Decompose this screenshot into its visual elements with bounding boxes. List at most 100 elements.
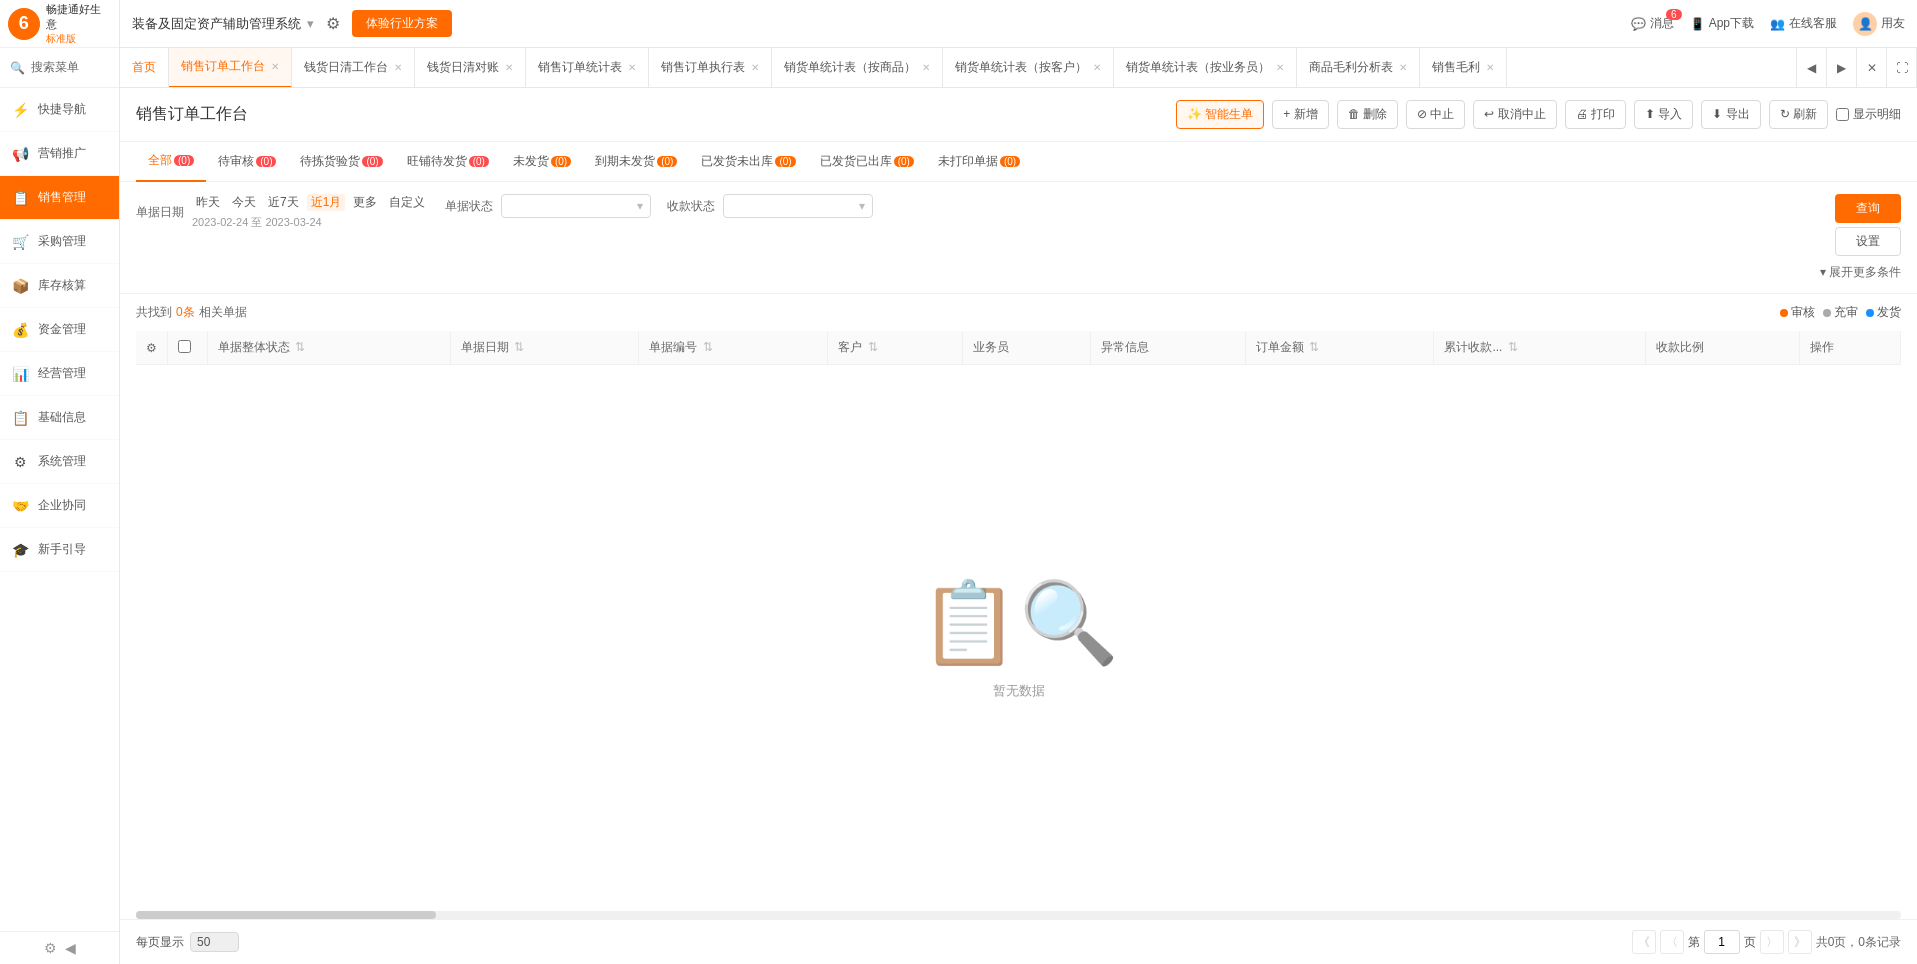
date-shortcut-更多[interactable]: 更多 <box>349 194 381 211</box>
th-amount[interactable]: 订单金额 ⇅ <box>1245 331 1434 365</box>
date-shortcut-昨天[interactable]: 昨天 <box>192 194 224 211</box>
date-shortcut-近1月[interactable]: 近1月 <box>307 194 346 211</box>
sidebar-item-inventory[interactable]: 📦库存核算 <box>0 264 119 308</box>
th-collected[interactable]: 累计收款... ⇅ <box>1434 331 1645 365</box>
tab-close-sales-workbench[interactable]: ✕ <box>271 61 279 72</box>
tab-sales-stats[interactable]: 销售订单统计表✕ <box>526 48 649 88</box>
refresh-button[interactable]: ↻ 刷新 <box>1769 100 1828 129</box>
search-menu[interactable]: 🔍 搜索菜单 <box>0 48 119 88</box>
system-dropdown-icon[interactable]: ▾ <box>307 16 314 31</box>
payment-select[interactable] <box>723 194 873 218</box>
sidebar-item-marketing[interactable]: 📢营销推广 <box>0 132 119 176</box>
status-select[interactable] <box>501 194 651 218</box>
next-page-button[interactable]: 〉 <box>1760 930 1784 954</box>
tab-gross-margin[interactable]: 商品毛利分析表✕ <box>1297 48 1420 88</box>
filter-tab-not-printed[interactable]: 未打印单据(0) <box>926 142 1032 182</box>
industry-solution-button[interactable]: 体验行业方案 <box>352 10 452 37</box>
filter-tab-pending-inspect[interactable]: 待拣货验货(0) <box>288 142 394 182</box>
sidebar-item-finance[interactable]: 💰资金管理 <box>0 308 119 352</box>
filter-tab-not-shipped[interactable]: 未发货(0) <box>501 142 583 182</box>
tab-next-button[interactable]: ▶ <box>1827 48 1857 88</box>
collapse-icon[interactable]: ◀ <box>65 940 76 956</box>
nav-icon-system: ⚙ <box>10 454 30 470</box>
tab-close-sales-unified-product[interactable]: ✕ <box>922 62 930 73</box>
smart-create-button[interactable]: ✨ 智能生单 <box>1176 100 1264 129</box>
ship-tag[interactable]: 发货 <box>1866 304 1901 321</box>
tab-sales-unified-staff[interactable]: 销货单统计表（按业务员）✕ <box>1114 48 1297 88</box>
tab-cash-reconcile[interactable]: 钱货日清对账✕ <box>415 48 526 88</box>
filter-tab-pending-review[interactable]: 待审核(0) <box>206 142 288 182</box>
date-shortcut-今天[interactable]: 今天 <box>228 194 260 211</box>
show-detail-checkbox[interactable] <box>1836 108 1849 121</box>
sidebar-item-purchase[interactable]: 🛒采购管理 <box>0 220 119 264</box>
page-input[interactable] <box>1704 930 1740 954</box>
stop-button[interactable]: ⊘ 中止 <box>1406 100 1465 129</box>
tab-fullscreen-button[interactable]: ⛶ <box>1887 48 1917 88</box>
filter-tab-expired-not-shipped[interactable]: 到期未发货(0) <box>583 142 689 182</box>
show-detail-label[interactable]: 显示明细 <box>1836 106 1901 123</box>
tab-close-sales-profit[interactable]: ✕ <box>1486 62 1494 73</box>
sidebar-item-quick-nav[interactable]: ⚡快捷导航 <box>0 88 119 132</box>
header-settings-icon[interactable]: ⚙ <box>326 14 340 33</box>
th-status[interactable]: 单据整体状态 ⇅ <box>208 331 451 365</box>
tab-prev-button[interactable]: ◀ <box>1797 48 1827 88</box>
date-shortcut-近7天[interactable]: 近7天 <box>264 194 303 211</box>
add-button[interactable]: + 新增 <box>1272 100 1328 129</box>
last-page-button[interactable]: 》 <box>1788 930 1812 954</box>
tab-close-all-button[interactable]: ✕ <box>1857 48 1887 88</box>
tab-sales-exec[interactable]: 销售订单执行表✕ <box>649 48 772 88</box>
filter-tab-shipped-out[interactable]: 已发货已出库(0) <box>808 142 926 182</box>
tab-sales-profit[interactable]: 销售毛利✕ <box>1420 48 1507 88</box>
import-button[interactable]: ⬆ 导入 <box>1634 100 1693 129</box>
filter-tab-all[interactable]: 全部(0) <box>136 142 206 182</box>
filter-tab-shipped-not-out[interactable]: 已发货未出库(0) <box>689 142 807 182</box>
sidebar-item-sales[interactable]: 📋销售管理 <box>0 176 119 220</box>
th-checkbox[interactable] <box>168 331 208 365</box>
filter-tab-wangpu-shipping[interactable]: 旺铺待发货(0) <box>395 142 501 182</box>
review-tag[interactable]: 审核 <box>1780 304 1815 321</box>
tab-sales-unified-customer[interactable]: 销货单统计表（按客户）✕ <box>943 48 1114 88</box>
tab-close-cash-reconcile[interactable]: ✕ <box>505 62 513 73</box>
user-area[interactable]: 👤 用友 <box>1853 12 1905 36</box>
th-number[interactable]: 单据编号 ⇅ <box>639 331 828 365</box>
query-button[interactable]: 查询 <box>1835 194 1901 223</box>
settings-button[interactable]: 设置 <box>1835 227 1901 256</box>
export-button[interactable]: ⬇ 导出 <box>1701 100 1760 129</box>
sidebar-item-basic-info[interactable]: 📋基础信息 <box>0 396 119 440</box>
print-button[interactable]: 🖨 打印 <box>1565 100 1626 129</box>
online-service-area[interactable]: 👥 在线客服 <box>1770 15 1837 32</box>
date-shortcut-自定义[interactable]: 自定义 <box>385 194 429 211</box>
message-icon-area[interactable]: 💬 6 消息 <box>1631 15 1674 32</box>
per-page-select[interactable]: 20 50 100 <box>190 932 239 952</box>
sidebar-item-enterprise[interactable]: 🤝企业协同 <box>0 484 119 528</box>
select-all-checkbox[interactable] <box>178 340 191 353</box>
settings-bottom-icon[interactable]: ⚙ <box>44 940 57 956</box>
tab-home[interactable]: 首页 <box>120 48 169 88</box>
first-page-button[interactable]: 《 <box>1632 930 1656 954</box>
cancel-review-tag[interactable]: 充审 <box>1823 304 1858 321</box>
th-customer[interactable]: 客户 ⇅ <box>828 331 963 365</box>
sidebar-item-system[interactable]: ⚙系统管理 <box>0 440 119 484</box>
tab-close-cash-daily[interactable]: ✕ <box>394 62 402 73</box>
tab-sales-unified-product[interactable]: 销货单统计表（按商品）✕ <box>772 48 943 88</box>
tab-sales-workbench[interactable]: 销售订单工作台✕ <box>169 48 292 88</box>
expand-more-button[interactable]: ▾ 展开更多条件 <box>1820 264 1901 281</box>
sidebar-item-operations[interactable]: 📊经营管理 <box>0 352 119 396</box>
nav-icon-sales: 📋 <box>10 190 30 206</box>
sidebar-item-guide[interactable]: 🎓新手引导 <box>0 528 119 572</box>
th-date[interactable]: 单据日期 ⇅ <box>450 331 639 365</box>
delete-button[interactable]: 🗑 删除 <box>1337 100 1398 129</box>
pagination: 每页显示 20 50 100 《 〈 第 页 〉 <box>120 919 1917 964</box>
tab-close-gross-margin[interactable]: ✕ <box>1399 62 1407 73</box>
cancel-stop-button[interactable]: ↩ 取消中止 <box>1473 100 1556 129</box>
tab-close-sales-stats[interactable]: ✕ <box>628 62 636 73</box>
tab-cash-daily[interactable]: 钱货日清工作台✕ <box>292 48 415 88</box>
horizontal-scrollbar[interactable] <box>136 911 1901 919</box>
tab-close-sales-unified-staff[interactable]: ✕ <box>1276 62 1284 73</box>
scroll-thumb[interactable] <box>136 911 436 919</box>
tab-close-sales-unified-customer[interactable]: ✕ <box>1093 62 1101 73</box>
th-settings[interactable]: ⚙ <box>136 331 168 365</box>
app-download-area[interactable]: 📱 App下载 <box>1690 15 1754 32</box>
tab-close-sales-exec[interactable]: ✕ <box>751 62 759 73</box>
prev-page-button[interactable]: 〈 <box>1660 930 1684 954</box>
